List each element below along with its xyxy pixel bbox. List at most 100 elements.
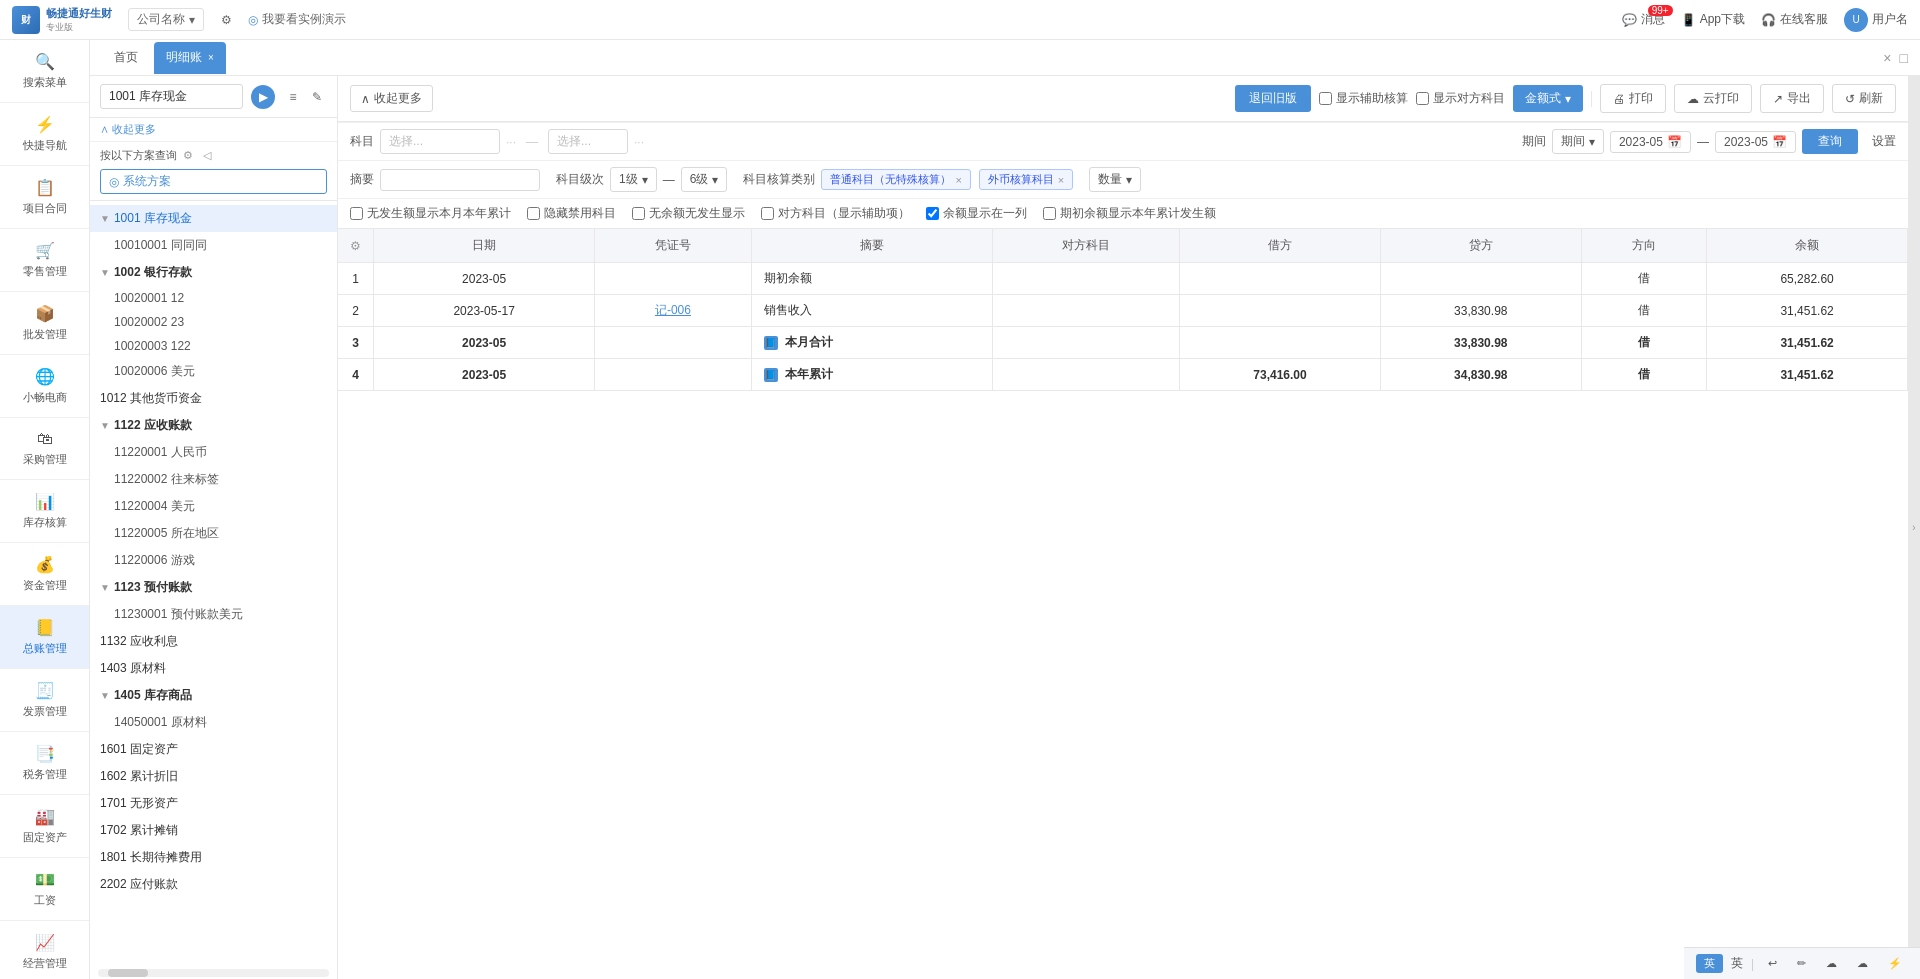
- refresh-btn[interactable]: ↺ 刷新: [1832, 84, 1896, 113]
- tree-item-1132[interactable]: 1132 应收利息: [90, 628, 337, 655]
- checkbox-no-activity[interactable]: 无发生额显示本月本年累计: [350, 205, 511, 222]
- tree-item-1801[interactable]: 1801 长期待摊费用: [90, 844, 337, 871]
- sidebar-item-operations[interactable]: 📈 经营管理: [0, 921, 89, 979]
- sidebar-item-ledger[interactable]: 📒 总账管理: [0, 606, 89, 669]
- query-scheme-arrow[interactable]: ◁: [203, 149, 211, 162]
- check-hide-disabled[interactable]: [527, 207, 540, 220]
- panel-list-view-btn[interactable]: ≡: [283, 87, 303, 107]
- sidebar-item-salary[interactable]: 💵 工资: [0, 858, 89, 921]
- sidebar-item-wholesale[interactable]: 📦 批发管理: [0, 292, 89, 355]
- checkbox-hide-disabled[interactable]: 隐藏禁用科目: [527, 205, 616, 222]
- settings-btn[interactable]: 设置: [1872, 133, 1896, 150]
- tree-item-1602[interactable]: 1602 累计折旧: [90, 763, 337, 790]
- tree-item-10020003[interactable]: 10020003 122: [90, 334, 337, 358]
- check-no-balance[interactable]: [632, 207, 645, 220]
- checkbox-show-opening[interactable]: 期初余额显示本年累计发生额: [1043, 205, 1216, 222]
- subject-input[interactable]: 选择...: [380, 129, 500, 154]
- sidebar-item-quick-nav[interactable]: ⚡ 快捷导航: [0, 103, 89, 166]
- tab-detail-close[interactable]: ×: [208, 52, 214, 63]
- sidebar-item-capital[interactable]: 💰 资金管理: [0, 543, 89, 606]
- tree-item-1403[interactable]: 1403 原材料: [90, 655, 337, 682]
- sidebar-item-tax[interactable]: 📑 税务管理: [0, 732, 89, 795]
- window-close-btn[interactable]: ×: [1883, 50, 1891, 66]
- expand-btn[interactable]: ∧ 收起更多: [350, 85, 433, 112]
- bottom-undo-btn[interactable]: ↩: [1762, 955, 1783, 972]
- bottom-cloud2-btn[interactable]: ☁: [1851, 955, 1874, 972]
- tree-item-1123[interactable]: ▼ 1123 预付账款: [90, 574, 337, 601]
- show-assist-checkbox[interactable]: 显示辅助核算: [1319, 90, 1408, 107]
- sidebar-item-assets[interactable]: 🏭 固定资产: [0, 795, 89, 858]
- expand-more-btn[interactable]: ∧ 收起更多: [100, 122, 156, 137]
- tree-item-1002[interactable]: ▼ 1002 银行存款: [90, 259, 337, 286]
- row2-voucher[interactable]: 记-006: [595, 295, 751, 327]
- period-end-input[interactable]: 2023-05 📅: [1715, 131, 1796, 153]
- sidebar-item-search[interactable]: 🔍 搜索菜单: [0, 40, 89, 103]
- subject-input-end[interactable]: 选择...: [548, 129, 628, 154]
- tree-item-11220002[interactable]: 11220002 往来标签: [90, 466, 337, 493]
- company-selector[interactable]: 公司名称 ▾: [128, 8, 204, 31]
- check-no-activity[interactable]: [350, 207, 363, 220]
- voucher-link[interactable]: 记-006: [655, 303, 691, 317]
- return-old-btn[interactable]: 退回旧版: [1235, 85, 1311, 112]
- right-collapse-btn[interactable]: ›: [1908, 76, 1920, 979]
- scheme-btn[interactable]: ◎ 系统方案: [100, 169, 327, 194]
- account-selector[interactable]: 1001 库存现金: [100, 84, 243, 109]
- sidebar-item-ecommerce[interactable]: 🌐 小畅电商: [0, 355, 89, 418]
- window-max-btn[interactable]: □: [1900, 50, 1908, 66]
- tree-item-1012[interactable]: 1012 其他货币资金: [90, 385, 337, 412]
- checkbox-show-balance-one-col[interactable]: 余额显示在一列: [926, 205, 1027, 222]
- query-scheme-config-icon[interactable]: ⚙: [183, 149, 193, 162]
- tree-item-10020002[interactable]: 10020002 23: [90, 310, 337, 334]
- demo-link[interactable]: ◎ 我要看实例演示: [248, 11, 346, 28]
- period-type-select[interactable]: 期间 ▾: [1552, 129, 1604, 154]
- settings-col-icon[interactable]: ⚙: [350, 239, 361, 253]
- tree-item-1122[interactable]: ▼ 1122 应收账款: [90, 412, 337, 439]
- checkbox-no-balance[interactable]: 无余额无发生显示: [632, 205, 745, 222]
- sidebar-item-inventory[interactable]: 📊 库存核算: [0, 480, 89, 543]
- tree-item-11220004[interactable]: 11220004 美元: [90, 493, 337, 520]
- tag-close-0[interactable]: ×: [955, 174, 961, 186]
- check-show-opening[interactable]: [1043, 207, 1056, 220]
- tree-item-10010001[interactable]: 10010001 同同同: [90, 232, 337, 259]
- checkbox-show-opposite[interactable]: 对方科目（显示辅助项）: [761, 205, 910, 222]
- format-dropdown-btn[interactable]: 金额式 ▾: [1513, 85, 1583, 112]
- show-opposite-check[interactable]: [1416, 92, 1429, 105]
- check-show-opposite[interactable]: [761, 207, 774, 220]
- tree-item-11220001[interactable]: 11220001 人民币: [90, 439, 337, 466]
- tab-detail[interactable]: 明细账 ×: [154, 42, 226, 74]
- bottom-cloud-btn[interactable]: ☁: [1820, 955, 1843, 972]
- col-settings[interactable]: ⚙: [338, 229, 374, 263]
- tree-item-10020006[interactable]: 10020006 美元: [90, 358, 337, 385]
- message-btn[interactable]: 💬 消息 99+: [1622, 11, 1665, 28]
- settings-icon-btn[interactable]: ⚙: [212, 6, 240, 34]
- tree-item-1701[interactable]: 1701 无形资产: [90, 790, 337, 817]
- tag-close-1[interactable]: ×: [1058, 174, 1064, 186]
- quantity-select[interactable]: 数量 ▾: [1089, 167, 1141, 192]
- tree-item-1405[interactable]: ▼ 1405 库存商品: [90, 682, 337, 709]
- user-avatar[interactable]: U 用户名: [1844, 8, 1908, 32]
- search-btn[interactable]: 查询: [1802, 129, 1858, 154]
- show-opposite-checkbox[interactable]: 显示对方科目: [1416, 90, 1505, 107]
- summary-input[interactable]: [380, 169, 540, 191]
- tree-item-11220005[interactable]: 11220005 所在地区: [90, 520, 337, 547]
- export-btn[interactable]: ↗ 导出: [1760, 84, 1824, 113]
- tree-item-11230001[interactable]: 11230001 预付账款美元: [90, 601, 337, 628]
- tree-item-11220006[interactable]: 11220006 游戏: [90, 547, 337, 574]
- sidebar-item-retail[interactable]: 🛒 零售管理: [0, 229, 89, 292]
- period-start-input[interactable]: 2023-05 📅: [1610, 131, 1691, 153]
- tree-scrollbar[interactable]: [98, 969, 329, 977]
- cloud-print-btn[interactable]: ☁ 云打印: [1674, 84, 1752, 113]
- lang-btn[interactable]: 英: [1696, 954, 1723, 973]
- online-service-btn[interactable]: 🎧 在线客服: [1761, 11, 1828, 28]
- tab-home[interactable]: 首页: [102, 42, 150, 74]
- level-to-select[interactable]: 6级 ▾: [681, 167, 728, 192]
- sidebar-item-project[interactable]: 📋 项目合同: [0, 166, 89, 229]
- bottom-flash-btn[interactable]: ⚡: [1882, 955, 1908, 972]
- show-assist-check[interactable]: [1319, 92, 1332, 105]
- print-btn[interactable]: 🖨 打印: [1600, 84, 1666, 113]
- tree-item-14050001[interactable]: 14050001 原材料: [90, 709, 337, 736]
- tree-item-2202[interactable]: 2202 应付账款: [90, 871, 337, 898]
- bottom-edit-btn[interactable]: ✏: [1791, 955, 1812, 972]
- tree-item-10020001[interactable]: 10020001 12: [90, 286, 337, 310]
- account-nav-btn[interactable]: ▶: [251, 85, 275, 109]
